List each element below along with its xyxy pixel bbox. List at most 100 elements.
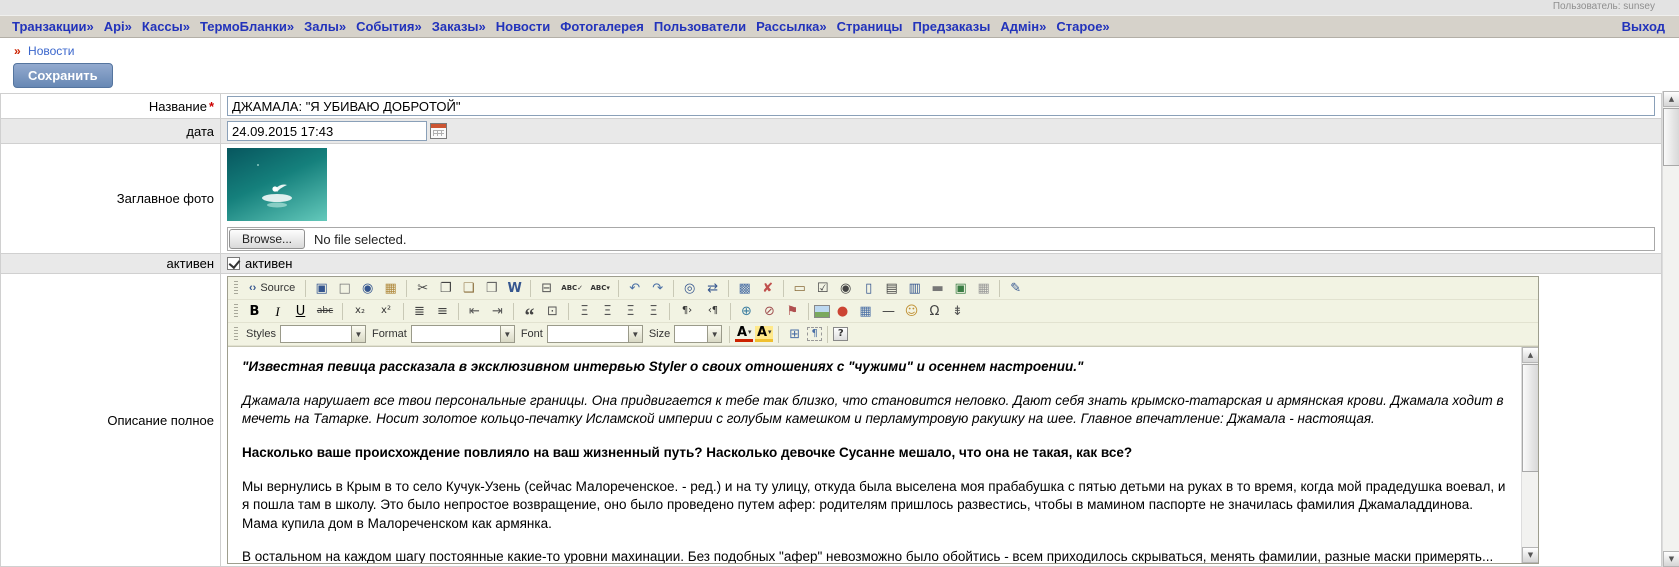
underline-icon[interactable]: U — [290, 302, 311, 321]
editor-content[interactable]: "Известная певица рассказала в эксклюзив… — [228, 347, 1538, 563]
page-break-icon[interactable]: ⇟ — [947, 302, 968, 321]
select-all-icon[interactable]: ▩ — [734, 279, 755, 298]
bidi-rtl-icon[interactable]: ‹¶ — [701, 302, 725, 321]
bold-icon[interactable]: B — [244, 302, 265, 321]
replace-icon[interactable]: ⇄ — [702, 279, 723, 298]
format-combo[interactable]: ▼ — [410, 325, 515, 343]
italic-icon[interactable]: I — [267, 302, 288, 321]
select-field-icon[interactable]: ▥ — [904, 279, 925, 298]
link-icon[interactable]: ⊕ — [736, 302, 757, 321]
remove-format-icon[interactable]: ✘ — [757, 279, 778, 298]
calendar-icon[interactable] — [430, 123, 447, 139]
div-container-icon[interactable]: ⊡ — [542, 302, 563, 321]
page-scroll-thumb[interactable] — [1663, 108, 1679, 166]
preview-icon[interactable]: ◉ — [357, 279, 378, 298]
paste-word-icon[interactable]: W — [504, 279, 525, 298]
special-char-icon[interactable]: Ω — [924, 302, 945, 321]
styles-combo-arrow-icon[interactable]: ▼ — [350, 326, 365, 342]
menu-item-transakcii[interactable]: Транзакции» — [12, 19, 94, 37]
justify-icon[interactable]: Ξ — [643, 302, 664, 321]
menu-item-zakazy[interactable]: Заказы» — [432, 19, 486, 37]
menu-item-stranicy[interactable]: Страницы — [837, 19, 903, 37]
table-icon[interactable]: ▦ — [855, 302, 876, 321]
logout-link[interactable]: Выход — [1622, 19, 1665, 37]
format-combo-arrow-icon[interactable]: ▼ — [499, 326, 514, 342]
editor-scrollbar[interactable]: ▲ ▼ — [1521, 347, 1538, 563]
menu-item-novosti[interactable]: Новости — [496, 19, 551, 37]
page-scrollbar[interactable]: ▲ ▼ — [1662, 91, 1679, 567]
file-input[interactable]: Browse... No file selected. — [227, 227, 1655, 251]
toolbar-grip[interactable] — [234, 326, 238, 342]
source-button[interactable]: Source — [243, 280, 301, 296]
align-center-icon[interactable]: Ξ — [597, 302, 618, 321]
checkbox-icon[interactable]: ☑ — [812, 279, 833, 298]
print-icon[interactable]: ⊟ — [536, 279, 557, 298]
browse-button[interactable]: Browse... — [229, 229, 306, 249]
active-checkbox[interactable] — [227, 257, 240, 270]
unlink-icon[interactable]: ⊘ — [759, 302, 780, 321]
menu-item-fotogalereya[interactable]: Фотогалерея — [560, 19, 644, 37]
menu-item-polzovateli[interactable]: Пользователи — [654, 19, 746, 37]
menu-item-termoblanki[interactable]: ТермоБланки» — [200, 19, 294, 37]
horizontal-rule-icon[interactable]: — — [878, 302, 899, 321]
page-scroll-down-icon[interactable]: ▼ — [1663, 551, 1679, 567]
spellcheck-icon[interactable]: ABC✓ — [559, 279, 585, 298]
date-input[interactable] — [227, 121, 427, 141]
redo-icon[interactable]: ↷ — [647, 279, 668, 298]
page-scroll-up-icon[interactable]: ▲ — [1663, 91, 1679, 107]
superscript-icon[interactable]: x² — [374, 302, 398, 321]
editor-scroll-thumb[interactable] — [1522, 364, 1538, 472]
save-icon[interactable]: ▣ — [311, 279, 332, 298]
outdent-icon[interactable]: ⇤ — [464, 302, 485, 321]
show-blocks-icon[interactable]: ¶ — [807, 327, 823, 341]
image-icon[interactable] — [814, 304, 830, 318]
templates-icon[interactable]: ▦ — [380, 279, 401, 298]
blockquote-icon[interactable]: “ — [519, 302, 540, 326]
styles-combo[interactable]: ▼ — [279, 325, 366, 343]
size-combo-arrow-icon[interactable]: ▼ — [707, 326, 722, 342]
bidi-ltr-icon[interactable]: ¶› — [675, 302, 699, 321]
image-button-icon[interactable]: ▣ — [950, 279, 971, 298]
menu-item-kassy[interactable]: Кассы» — [142, 19, 190, 37]
copy-icon[interactable]: ❐ — [435, 279, 456, 298]
find-icon[interactable]: ◎ — [679, 279, 700, 298]
breadcrumb-link-novosti[interactable]: Новости — [28, 44, 74, 58]
paste-text-icon[interactable]: ❒ — [481, 279, 502, 298]
text-color-icon[interactable]: A — [735, 326, 754, 342]
menu-item-admin[interactable]: Адмін» — [1000, 19, 1046, 37]
strikethrough-icon[interactable]: abc — [313, 302, 337, 321]
smiley-icon[interactable]: ☺ — [901, 302, 922, 321]
textarea-icon[interactable]: ▤ — [881, 279, 902, 298]
flash-icon[interactable]: ● — [832, 302, 853, 321]
menu-item-predzakazy[interactable]: Предзаказы — [912, 19, 990, 37]
title-input[interactable] — [227, 96, 1655, 116]
new-page-icon[interactable]: □ — [334, 279, 355, 298]
scayt-icon[interactable]: ABC▾ — [587, 279, 613, 298]
font-combo-arrow-icon[interactable]: ▼ — [627, 326, 642, 342]
hidden-field-icon[interactable]: ▦ — [973, 279, 994, 298]
subscript-icon[interactable]: x₂ — [348, 302, 372, 321]
font-combo[interactable]: ▼ — [546, 325, 643, 343]
align-left-icon[interactable]: Ξ — [574, 302, 595, 321]
text-field-icon[interactable]: ▯ — [858, 279, 879, 298]
align-right-icon[interactable]: Ξ — [620, 302, 641, 321]
toolbar-grip[interactable] — [234, 303, 238, 319]
paste-icon[interactable]: ❑ — [458, 279, 479, 298]
undo-icon[interactable]: ↶ — [624, 279, 645, 298]
about-icon[interactable]: ? — [833, 327, 849, 341]
bulleted-list-icon[interactable]: ≡ — [432, 302, 453, 321]
size-combo[interactable]: ▼ — [674, 325, 723, 343]
form-icon[interactable]: ▭ — [789, 279, 810, 298]
toolbar-grip[interactable] — [234, 280, 238, 296]
menu-item-sobytiya[interactable]: События» — [356, 19, 422, 37]
maximize-icon[interactable]: ⊞ — [784, 325, 805, 344]
anchor-icon[interactable]: ⚑ — [782, 302, 803, 321]
radio-icon[interactable]: ◉ — [835, 279, 856, 298]
indent-icon[interactable]: ⇥ — [487, 302, 508, 321]
menu-item-zaly[interactable]: Залы» — [304, 19, 346, 37]
doc-props-icon[interactable]: ✎ — [1005, 279, 1026, 298]
editor-scroll-down-icon[interactable]: ▼ — [1522, 547, 1538, 563]
numbered-list-icon[interactable]: ≣ — [409, 302, 430, 321]
save-button[interactable]: Сохранить — [13, 63, 113, 88]
cut-icon[interactable]: ✂ — [412, 279, 433, 298]
